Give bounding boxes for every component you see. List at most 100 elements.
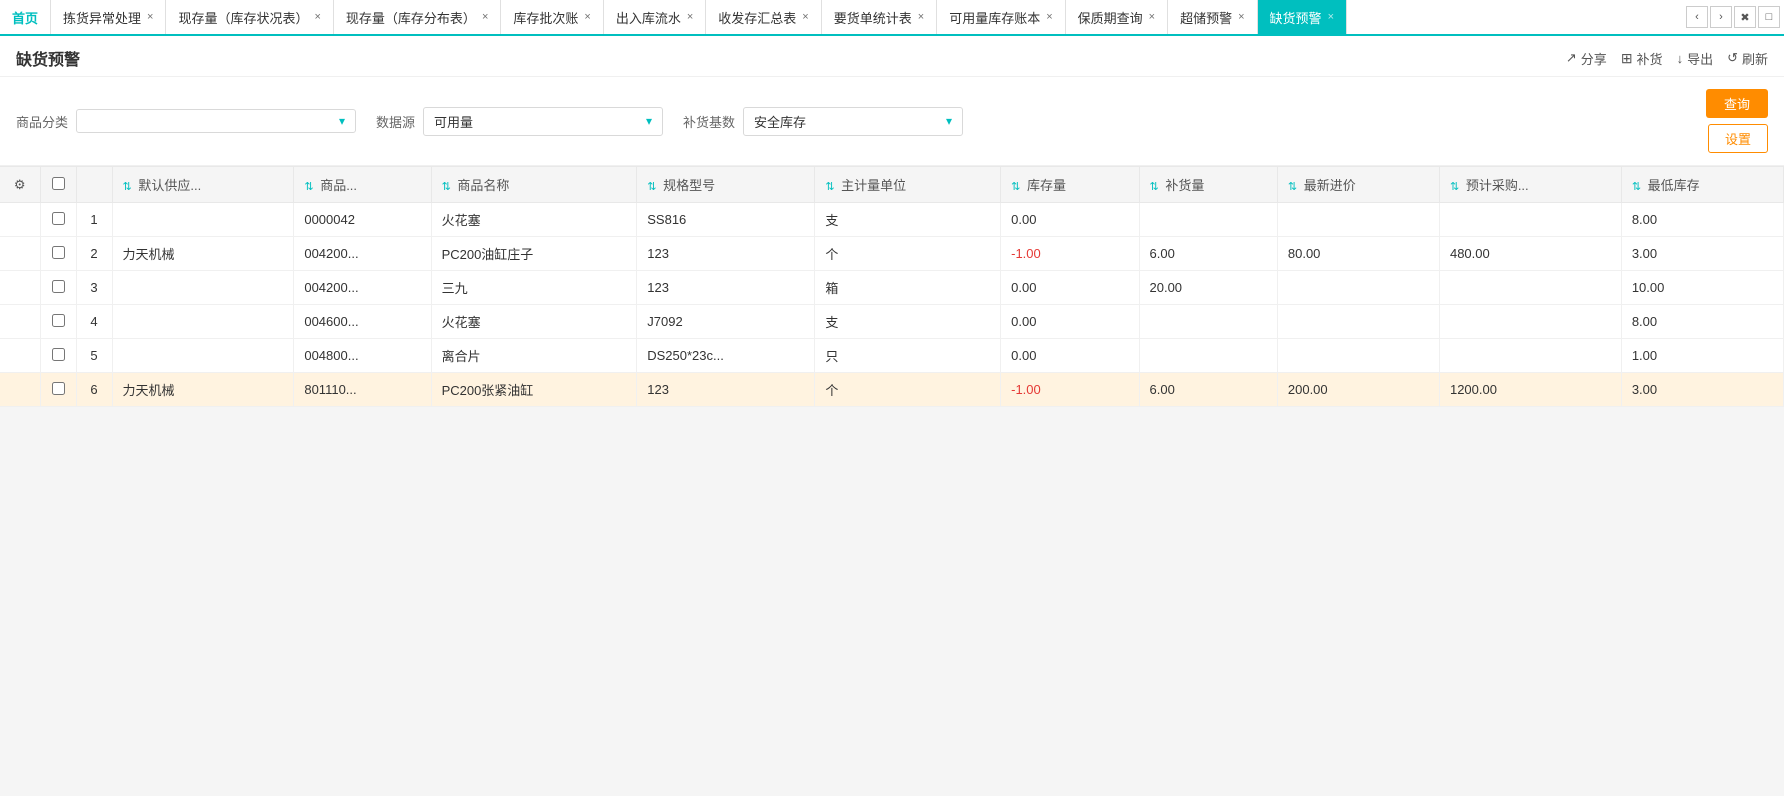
sort-icon-replenish: ⇅ [1150,181,1159,193]
row-latest-price-1: 80.00 [1277,237,1439,271]
row-checkbox-cell-2[interactable] [40,271,76,305]
tab-available[interactable]: 可用量库存账本 × [937,0,1065,34]
table-row: 3 004200... 三九 123 箱 0.00 20.00 10.00 [0,271,1784,305]
row-min-stock-5: 3.00 [1621,373,1783,407]
query-button[interactable]: 查询 [1706,89,1768,118]
replenish-base-select-value: 安全库存 [754,112,940,131]
row-supplier-0 [112,203,294,237]
row-supplier-5: 力天机械 [112,373,294,407]
row-checkbox-cell-5[interactable] [40,373,76,407]
tab-receive[interactable]: 收发存汇总表 × [706,0,821,34]
tab-close-expiry[interactable]: × [1149,11,1155,23]
title-actions: ↗ 分享 ⊞ 补货 ↓ 导出 ↺ 刷新 [1566,49,1768,68]
share-button[interactable]: ↗ 分享 [1566,49,1607,68]
column-min-stock[interactable]: ⇅ 最低库存 [1621,167,1783,203]
tab-close-available[interactable]: × [1046,11,1052,23]
column-latest-price[interactable]: ⇅ 最新进价 [1277,167,1439,203]
row-checkbox-3[interactable] [52,314,65,327]
sort-icon-code: ⇅ [304,181,313,193]
row-checkbox-cell-1[interactable] [40,237,76,271]
row-code-2: 004200... [294,271,431,305]
row-code-4: 004800... [294,339,431,373]
tab-batch[interactable]: 库存批次账 × [501,0,603,34]
column-unit[interactable]: ⇅ 主计量单位 [815,167,1001,203]
tab-stock-dist[interactable]: 现存量（库存分布表） × [334,0,501,34]
row-code-0: 0000042 [294,203,431,237]
row-unit-0: 支 [815,203,1001,237]
tab-overstock[interactable]: 超储预警 × [1168,0,1257,34]
table-row: 5 004800... 离合片 DS250*23c... 只 0.00 1.00 [0,339,1784,373]
row-checkbox-2[interactable] [52,280,65,293]
row-spec-4: DS250*23c... [637,339,815,373]
replenish-button[interactable]: ⊞ 补货 [1621,49,1663,68]
row-code-1: 004200... [294,237,431,271]
replenish-base-select[interactable]: 安全库存 ▾ [743,107,963,136]
row-name-3: 火花塞 [431,305,637,339]
refresh-icon: ↺ [1727,50,1738,66]
row-checkbox-0[interactable] [52,212,65,225]
tab-shortage[interactable]: 缺货预警 × [1258,0,1347,34]
sort-icon-price: ⇅ [1288,181,1297,193]
tab-close-stock-dist[interactable]: × [482,11,488,23]
column-product-code[interactable]: ⇅ 商品... [294,167,431,203]
column-replenish[interactable]: ⇅ 补货量 [1139,167,1277,203]
row-unit-5: 个 [815,373,1001,407]
row-min-stock-3: 8.00 [1621,305,1783,339]
row-checkbox-4[interactable] [52,348,65,361]
row-name-5: PC200张紧油缸 [431,373,637,407]
row-index-5: 6 [76,373,112,407]
window-restore-button[interactable]: ✖ [1734,6,1756,28]
tab-close-shortage[interactable]: × [1328,11,1334,23]
select-all-checkbox[interactable] [52,177,65,190]
export-button[interactable]: ↓ 导出 [1677,49,1714,68]
tab-close-demand[interactable]: × [918,11,924,23]
datasource-select-value: 可用量 [434,112,640,131]
column-default-supplier[interactable]: ⇅ 默认供应... [112,167,294,203]
row-est-purchase-3 [1439,305,1621,339]
category-select[interactable]: ▾ [76,109,356,133]
page-title: 缺货预警 [16,46,80,70]
tab-demand[interactable]: 要货单统计表 × [822,0,937,34]
tab-close-overstock[interactable]: × [1238,11,1244,23]
page-title-bar: 缺货预警 ↗ 分享 ⊞ 补货 ↓ 导出 ↺ 刷新 [0,36,1784,77]
datasource-select[interactable]: 可用量 ▾ [423,107,663,136]
tab-close-batch[interactable]: × [584,11,590,23]
column-product-name[interactable]: ⇅ 商品名称 [431,167,637,203]
row-checkbox-5[interactable] [52,382,65,395]
row-checkbox-1[interactable] [52,246,65,259]
tab-prev-button[interactable]: ‹ [1686,6,1708,28]
row-index-2: 3 [76,271,112,305]
row-latest-price-3 [1277,305,1439,339]
tab-stock-status[interactable]: 现存量（库存状况表） × [166,0,333,34]
tab-close-exception[interactable]: × [147,11,153,23]
tab-close-inout[interactable]: × [687,11,693,23]
row-checkbox-cell-4[interactable] [40,339,76,373]
tab-close-receive[interactable]: × [802,11,808,23]
row-code-5: 801110... [294,373,431,407]
settings-button[interactable]: 设置 [1708,124,1768,153]
tab-exception[interactable]: 拣货异常处理 × [51,0,166,34]
row-est-purchase-1: 480.00 [1439,237,1621,271]
tab-expiry[interactable]: 保质期查询 × [1066,0,1168,34]
tab-next-button[interactable]: › [1710,6,1732,28]
row-index-3: 4 [76,305,112,339]
window-maximize-button[interactable]: □ [1758,6,1780,28]
refresh-button[interactable]: ↺ 刷新 [1727,49,1768,68]
tab-home[interactable]: 首页 [0,0,51,34]
row-replenish-4 [1139,339,1277,373]
gear-icon: ⚙ [14,177,26,192]
row-checkbox-cell-0[interactable] [40,203,76,237]
tab-close-stock-status[interactable]: × [314,11,320,23]
column-stock[interactable]: ⇅ 库存量 [1001,167,1139,203]
replenish-base-dropdown-icon: ▾ [946,114,952,128]
column-est-purchase[interactable]: ⇅ 预计采购... [1439,167,1621,203]
column-gear[interactable]: ⚙ [0,167,40,203]
row-name-4: 离合片 [431,339,637,373]
row-checkbox-cell-3[interactable] [40,305,76,339]
row-supplier-1: 力天机械 [112,237,294,271]
column-checkbox-header[interactable] [40,167,76,203]
tab-nav-buttons: ‹ › ✖ □ [1686,6,1784,28]
tab-inout[interactable]: 出入库流水 × [604,0,706,34]
column-spec[interactable]: ⇅ 规格型号 [637,167,815,203]
datasource-label: 数据源 [376,112,415,131]
